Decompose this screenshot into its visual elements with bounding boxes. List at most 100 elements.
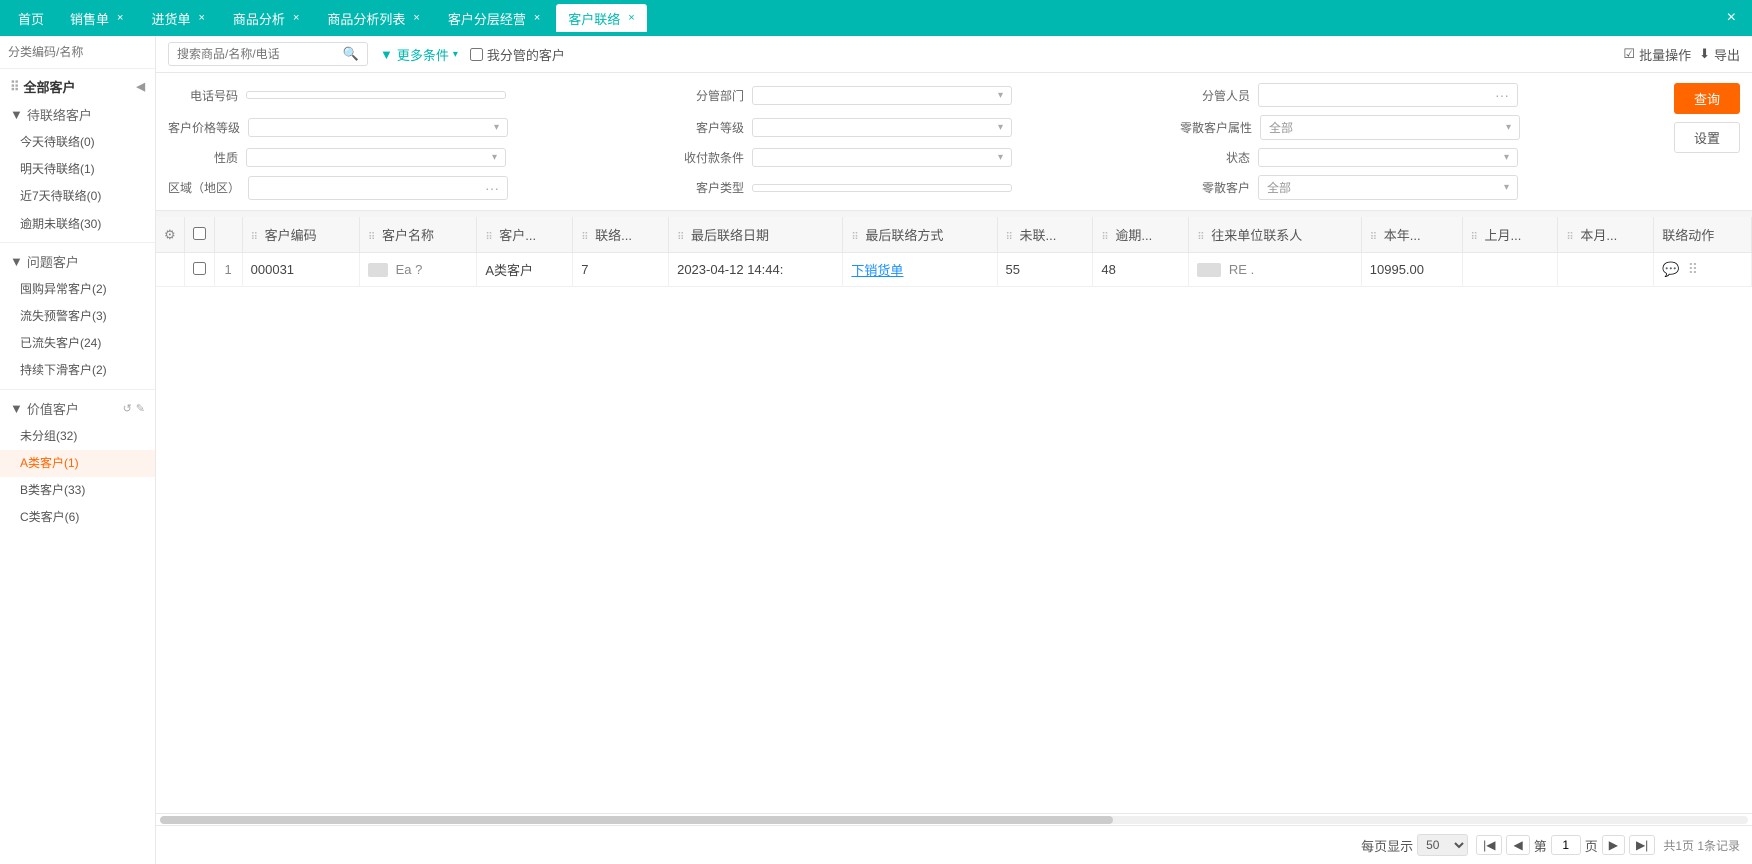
filter-search-wrap[interactable]: 🔍 — [168, 42, 368, 66]
th-contact-count[interactable]: ⠿ 联络... — [573, 217, 669, 253]
filter-input-region[interactable]: ··· — [248, 176, 508, 200]
sidebar-group-pending[interactable]: ▼ 待联络客户 — [0, 100, 155, 129]
page-nav: |◀ ◀ 第 页 ▶ ▶| — [1476, 835, 1655, 855]
th-this-year[interactable]: ⠿ 本年... — [1361, 217, 1462, 253]
sidebar-item-churned[interactable]: 已流失客户(24) — [0, 330, 155, 357]
page-next-btn[interactable]: ▶ — [1602, 835, 1625, 855]
filter-input-status[interactable]: ▾ — [1258, 148, 1518, 167]
my-customers-checkbox[interactable] — [470, 48, 483, 61]
filter-input-person[interactable]: ··· — [1258, 83, 1518, 107]
th-company-contact[interactable]: ⠿ 往来单位联系人 — [1189, 217, 1362, 253]
td-checkbox[interactable] — [184, 253, 214, 287]
filter-input-dept[interactable]: ▾ — [752, 86, 1012, 105]
filter-label-region: 区域（地区） — [168, 179, 240, 196]
page-size-dropdown[interactable]: 50 100 200 — [1417, 834, 1468, 856]
th-settings[interactable]: ⚙ — [156, 217, 184, 253]
sidebar-item-declining[interactable]: 持续下滑客户(2) — [0, 357, 155, 384]
window-close-icon[interactable]: × — [1719, 5, 1744, 31]
filter-search-input[interactable] — [177, 47, 339, 61]
sidebar-item-week[interactable]: 近7天待联络(0) — [0, 183, 155, 210]
td-this-month — [1558, 253, 1654, 287]
nav-tab-analysis-list[interactable]: 商品分析列表 × — [315, 4, 431, 32]
th-last-month[interactable]: ⠿ 上月... — [1462, 217, 1558, 253]
filter-input-cust-level[interactable]: ▾ — [752, 118, 1012, 137]
batch-operations-btn[interactable]: ☑ 批量操作 — [1623, 45, 1691, 64]
sidebar-item-tomorrow[interactable]: 明天待联络(1) — [0, 156, 155, 183]
filter-input-price-level[interactable]: ▾ — [248, 118, 508, 137]
sidebar-item-class-c[interactable]: C类客户(6) — [0, 504, 155, 531]
page-first-btn[interactable]: |◀ — [1476, 835, 1502, 855]
th-last-method[interactable]: ⠿ 最后联络方式 — [843, 217, 997, 253]
nav-tab-contact[interactable]: 客户联络 × — [556, 4, 646, 32]
region-dots-icon[interactable]: ··· — [485, 180, 499, 196]
sidebar-item-overdue[interactable]: 逾期未联络(30) — [0, 211, 155, 238]
td-last-method[interactable]: 下销货单 — [843, 253, 997, 287]
filter-input-phone[interactable] — [246, 91, 506, 99]
filter-input-cust-type[interactable] — [752, 184, 1012, 192]
close-tab-analysis-list[interactable]: × — [413, 12, 419, 24]
query-btn[interactable]: 查询 — [1674, 83, 1740, 114]
close-tab-sales[interactable]: × — [117, 12, 123, 24]
scrollbar-thumb[interactable] — [160, 816, 1113, 824]
sidebar-group-problem[interactable]: ▼ 问题客户 — [0, 247, 155, 276]
sidebar-collapse-icon[interactable]: ◀ — [137, 80, 145, 93]
nav-tab-purchase[interactable]: 进货单 × — [139, 4, 216, 32]
sidebar-item-stockpile[interactable]: 囤购异常客户(2) — [0, 276, 155, 303]
problem-arrow-icon: ▼ — [10, 254, 23, 269]
th-name[interactable]: ⠿ 客户名称 — [360, 217, 477, 253]
sidebar-item-class-a[interactable]: A类客户(1) — [0, 450, 155, 477]
refresh-icon[interactable]: ↺ — [123, 402, 132, 415]
retail-cust-dropdown-icon: ▾ — [1504, 182, 1509, 193]
filter-input-nature[interactable]: ▾ — [246, 148, 506, 167]
page-last-btn[interactable]: ▶| — [1629, 835, 1655, 855]
close-tab-contact[interactable]: × — [628, 12, 634, 24]
th-checkbox[interactable] — [184, 217, 214, 253]
filter-label-cust-type: 客户类型 — [674, 179, 744, 196]
horizontal-scrollbar[interactable] — [156, 813, 1752, 825]
close-tab-purchase[interactable]: × — [198, 12, 204, 24]
row-checkbox[interactable] — [193, 262, 206, 275]
nav-tab-analysis[interactable]: 商品分析 × — [221, 4, 311, 32]
th-no-contact[interactable]: ⠿ 未联... — [997, 217, 1093, 253]
retail-attr-dropdown-icon: ▾ — [1506, 122, 1511, 133]
sidebar-item-ungroup[interactable]: 未分组(32) — [0, 423, 155, 450]
filter-more-btn[interactable]: ▼ 更多条件 ▾ — [380, 45, 458, 64]
settings-btn[interactable]: 设置 — [1674, 122, 1740, 153]
filter-row-2: 客户价格等级 ▾ 客户等级 ▾ — [168, 115, 1662, 140]
settings-gear-icon[interactable]: ⚙ — [164, 227, 176, 242]
close-tab-segmentation[interactable]: × — [534, 12, 540, 24]
th-this-month[interactable]: ⠿ 本月... — [1558, 217, 1654, 253]
page-size-select: 每页显示 50 100 200 — [1361, 834, 1468, 856]
scrollbar-track[interactable] — [160, 816, 1748, 824]
sidebar-search-input[interactable] — [8, 45, 156, 59]
th-code[interactable]: ⠿ 客户编码 — [242, 217, 359, 253]
th-level[interactable]: ⠿ 客户... — [477, 217, 573, 253]
page-prev-btn[interactable]: ◀ — [1506, 835, 1529, 855]
th-overdue[interactable]: ⠿ 逾期... — [1093, 217, 1189, 253]
filter-input-retail-attr[interactable]: 全部 ▾ — [1260, 115, 1520, 140]
sidebar-item-class-b[interactable]: B类客户(33) — [0, 477, 155, 504]
filter-input-payment[interactable]: ▾ — [752, 148, 1012, 167]
more-action-icon[interactable]: ⠿ — [1688, 261, 1698, 278]
sidebar-item-churn-warning[interactable]: 流失预警客户(3) — [0, 303, 155, 330]
chat-action-icon[interactable]: 💬 — [1662, 261, 1679, 278]
value-arrow-icon: ▼ — [10, 401, 23, 416]
person-dots-icon[interactable]: ··· — [1495, 87, 1509, 103]
export-btn[interactable]: ⬇ 导出 — [1699, 45, 1740, 64]
sidebar-value-actions: ↺ ✎ — [123, 402, 145, 415]
select-all-checkbox[interactable] — [193, 227, 206, 240]
td-actions: 💬 ⠿ — [1654, 253, 1752, 287]
filter-my-customers[interactable]: 我分管的客户 — [470, 45, 565, 64]
edit-icon[interactable]: ✎ — [136, 402, 145, 415]
filter-input-retail-cust[interactable]: 全部 ▾ — [1258, 175, 1518, 200]
filter-label-retail-cust: 零散客户 — [1180, 179, 1250, 196]
th-last-date[interactable]: ⠿ 最后联络日期 — [669, 217, 843, 253]
nav-home[interactable]: 首页 — [8, 5, 54, 32]
close-tab-analysis[interactable]: × — [293, 12, 299, 24]
nav-tab-sales[interactable]: 销售单 × — [58, 4, 135, 32]
page-number-input[interactable] — [1551, 835, 1581, 855]
last-method-link[interactable]: 下销货单 — [851, 263, 903, 278]
filter-field-cust-level: 客户等级 ▾ — [674, 118, 1156, 137]
nav-tab-segmentation[interactable]: 客户分层经营 × — [436, 4, 552, 32]
sidebar-item-today[interactable]: 今天待联络(0) — [0, 129, 155, 156]
